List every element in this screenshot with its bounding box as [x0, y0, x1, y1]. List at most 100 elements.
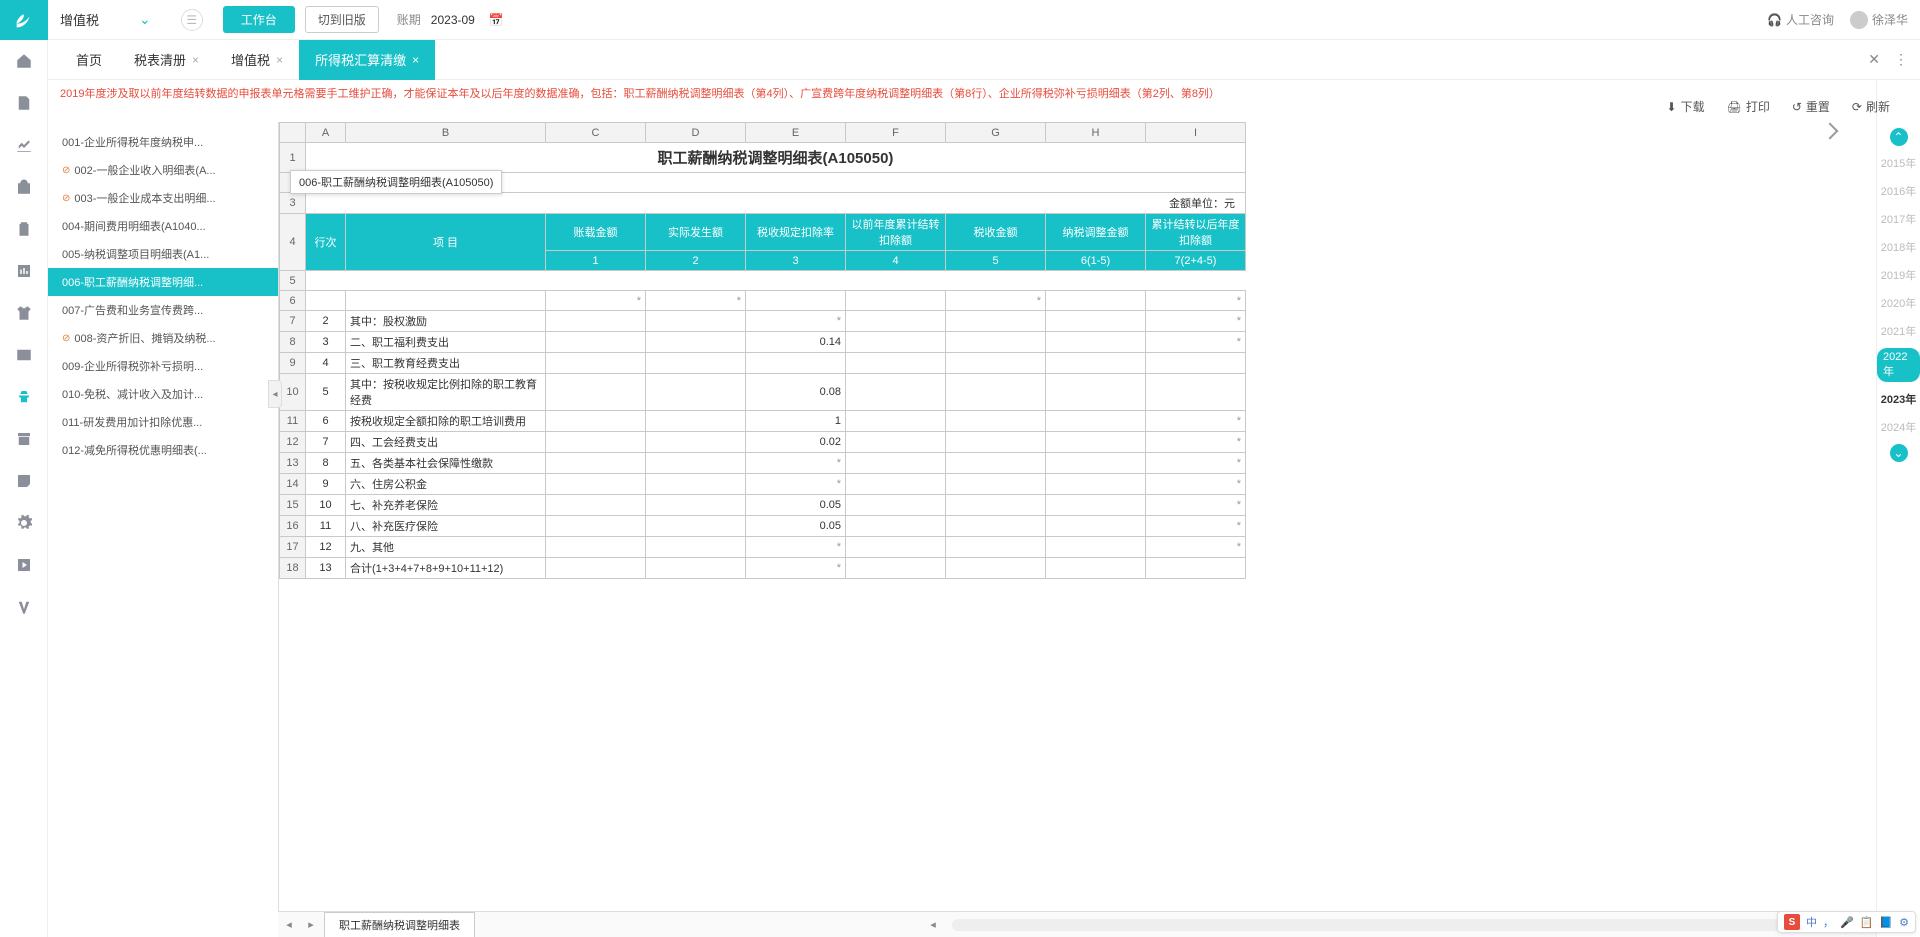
year-rail: ⌃ 2015年 2016年 2017年 2018年 2019年 2020年 2021年 202…	[1876, 80, 1920, 937]
print-button[interactable]: 🖨 打印	[1727, 98, 1770, 115]
workbench-button[interactable]: 工作台	[223, 6, 295, 33]
table-row[interactable]: 94三、职工教育经费支出	[280, 353, 1246, 374]
chevron-down-icon[interactable]: ⌄	[139, 11, 151, 28]
more-icon[interactable]: ⋮	[1894, 51, 1908, 68]
app-logo[interactable]	[0, 0, 48, 40]
ime-item[interactable]: ，	[1823, 914, 1834, 930]
table-row[interactable]: 1611八、补充医疗保险0.05	[280, 516, 1246, 537]
year-item[interactable]: 2022年	[1877, 348, 1920, 382]
close-icon[interactable]: ×	[276, 53, 283, 67]
close-icon[interactable]: ×	[412, 53, 419, 67]
scroll-up-icon[interactable]: ⌃	[1890, 128, 1908, 146]
avatar-icon	[1850, 11, 1868, 29]
nav-clipboard-icon[interactable]	[0, 208, 48, 250]
warning-icon: ⊘	[62, 333, 70, 344]
nav-v-icon[interactable]	[0, 586, 48, 628]
form-list-item[interactable]: ⊘008-资产折旧、摊销及纳税...	[48, 324, 278, 352]
year-item[interactable]: 2021年	[1881, 320, 1916, 342]
ime-toolbar[interactable]: S 中 ， 🎤 📋 📘 ⚙	[1777, 911, 1916, 933]
form-list-item[interactable]: 006-职工薪酬纳税调整明细...	[48, 268, 278, 296]
left-nav	[0, 0, 48, 937]
calendar-icon[interactable]: 📅	[489, 13, 504, 27]
nav-shirt-icon[interactable]	[0, 292, 48, 334]
ime-item[interactable]: 📘	[1879, 916, 1893, 929]
form-list-item[interactable]: 009-企业所得税弥补亏损明...	[48, 352, 278, 380]
sheet-tab-bar: ◂ ▸ 职工薪酬纳税调整明细表 ◂ ▸	[278, 911, 1876, 937]
table-row[interactable]: 6	[280, 291, 1246, 311]
history-icon[interactable]: ☰	[181, 9, 203, 31]
horizontal-scrollbar[interactable]	[952, 919, 1846, 931]
form-list-item[interactable]: ⊘002-一般企业收入明细表(A...	[48, 156, 278, 184]
page-tabs: 首页税表清册×增值税×所得税汇算清缴× ✕ ⋮	[48, 40, 1920, 80]
nav-play-icon[interactable]	[0, 544, 48, 586]
table-row[interactable]: 72其中：股权激励	[280, 311, 1246, 332]
ime-item[interactable]: 📋	[1860, 916, 1874, 929]
table-row[interactable]: 138五、各类基本社会保障性缴款	[280, 453, 1246, 474]
warning-notice: 2019年度涉及取以前年度结转数据的申报表单元格需要手工维护正确，才能保证本年及…	[60, 86, 1610, 104]
year-item[interactable]: 2016年	[1881, 180, 1916, 202]
table-row[interactable]: 1510七、补充养老保险0.05	[280, 495, 1246, 516]
table-row[interactable]: 127四、工会经费支出0.02	[280, 432, 1246, 453]
tab-3[interactable]: 所得税汇算清缴×	[299, 40, 435, 80]
nav-image-icon[interactable]	[0, 334, 48, 376]
download-button[interactable]: ⬇ 下载	[1667, 98, 1705, 115]
ime-item[interactable]: 🎤	[1840, 916, 1854, 929]
module-title: 增值税	[60, 10, 99, 29]
year-item[interactable]: 2020年	[1881, 292, 1916, 314]
form-list-item[interactable]: 001-企业所得税年度纳税申...	[48, 128, 278, 156]
year-item[interactable]: 2018年	[1881, 236, 1916, 258]
nav-tax-icon[interactable]	[0, 376, 48, 418]
form-list-item[interactable]: 004-期间费用明细表(A1040...	[48, 212, 278, 240]
nav-report-icon[interactable]	[0, 250, 48, 292]
reset-button[interactable]: ↺ 重置	[1792, 98, 1830, 115]
tab-1[interactable]: 税表清册×	[118, 40, 215, 80]
nav-archive-icon[interactable]	[0, 418, 48, 460]
table-row[interactable]: 116按税收规定全额扣除的职工培训费用1	[280, 411, 1246, 432]
ime-item[interactable]: ⚙	[1899, 916, 1909, 929]
collapse-handle[interactable]: ◂	[268, 380, 282, 408]
year-item[interactable]: 2017年	[1881, 208, 1916, 230]
form-list-item[interactable]: ⊘003-一般企业成本支出明细...	[48, 184, 278, 212]
form-list-item[interactable]: 005-纳税调整项目明细表(A1...	[48, 240, 278, 268]
table-row[interactable]: 83二、职工福利费支出0.14	[280, 332, 1246, 353]
nav-gear-icon[interactable]	[0, 502, 48, 544]
year-item[interactable]: 2024年	[1881, 416, 1916, 438]
form-list-item[interactable]: 012-减免所得税优惠明细表(...	[48, 436, 278, 464]
user-menu[interactable]: 徐泽华	[1850, 11, 1908, 29]
sheet-nav-first[interactable]: ◂	[278, 918, 300, 931]
nav-chart-icon[interactable]	[0, 124, 48, 166]
nav-inbox-icon[interactable]	[0, 460, 48, 502]
scroll-down-icon[interactable]: ⌄	[1890, 444, 1908, 462]
refresh-button[interactable]: ⟳ 刷新	[1852, 98, 1890, 115]
table-row[interactable]: 1813合计(1+3+4+7+8+9+10+11+12)	[280, 558, 1246, 579]
year-item[interactable]: 2023年	[1881, 388, 1916, 410]
nav-doc-icon[interactable]	[0, 82, 48, 124]
table-row[interactable]: 1712九、其他	[280, 537, 1246, 558]
form-list-item[interactable]: 010-免税、减计收入及加计...	[48, 380, 278, 408]
sheet-scroll-left[interactable]: ◂	[922, 918, 944, 931]
sheet-tab[interactable]: 职工薪酬纳税调整明细表	[324, 912, 475, 937]
switch-old-button[interactable]: 切到旧版	[305, 6, 379, 33]
table-row[interactable]: 149六、住房公积金	[280, 474, 1246, 495]
top-bar: 增值税 ⌄ ☰ 工作台 切到旧版 账期 2023-09 📅 🎧 人工咨询 徐泽华	[48, 0, 1920, 40]
nav-home-icon[interactable]	[0, 40, 48, 82]
form-tooltip: 006-职工薪酬纳税调整明细表(A105050)	[290, 170, 502, 194]
warning-icon: ⊘	[62, 165, 70, 176]
nav-bag-icon[interactable]	[0, 166, 48, 208]
form-list-item[interactable]: 011-研发费用加计扣除优惠...	[48, 408, 278, 436]
warning-icon: ⊘	[62, 193, 70, 204]
tab-0[interactable]: 首页	[60, 40, 118, 80]
table-row[interactable]: 105其中：按税收规定比例扣除的职工教育经费0.08	[280, 374, 1246, 411]
sheet-nav-prev[interactable]: ▸	[300, 918, 322, 931]
consult-link[interactable]: 🎧 人工咨询	[1767, 11, 1834, 28]
tab-2[interactable]: 增值税×	[215, 40, 299, 80]
form-list: 001-企业所得税年度纳税申...⊘002-一般企业收入明细表(A...⊘003…	[48, 80, 278, 937]
ime-item[interactable]: 中	[1806, 914, 1817, 930]
period-value: 2023-09	[431, 13, 475, 27]
year-item[interactable]: 2019年	[1881, 264, 1916, 286]
close-icon[interactable]: ×	[192, 53, 199, 67]
ime-logo-icon: S	[1784, 914, 1800, 930]
close-icon[interactable]: ✕	[1868, 51, 1880, 68]
year-item[interactable]: 2015年	[1881, 152, 1916, 174]
form-list-item[interactable]: 007-广告费和业务宣传费跨...	[48, 296, 278, 324]
